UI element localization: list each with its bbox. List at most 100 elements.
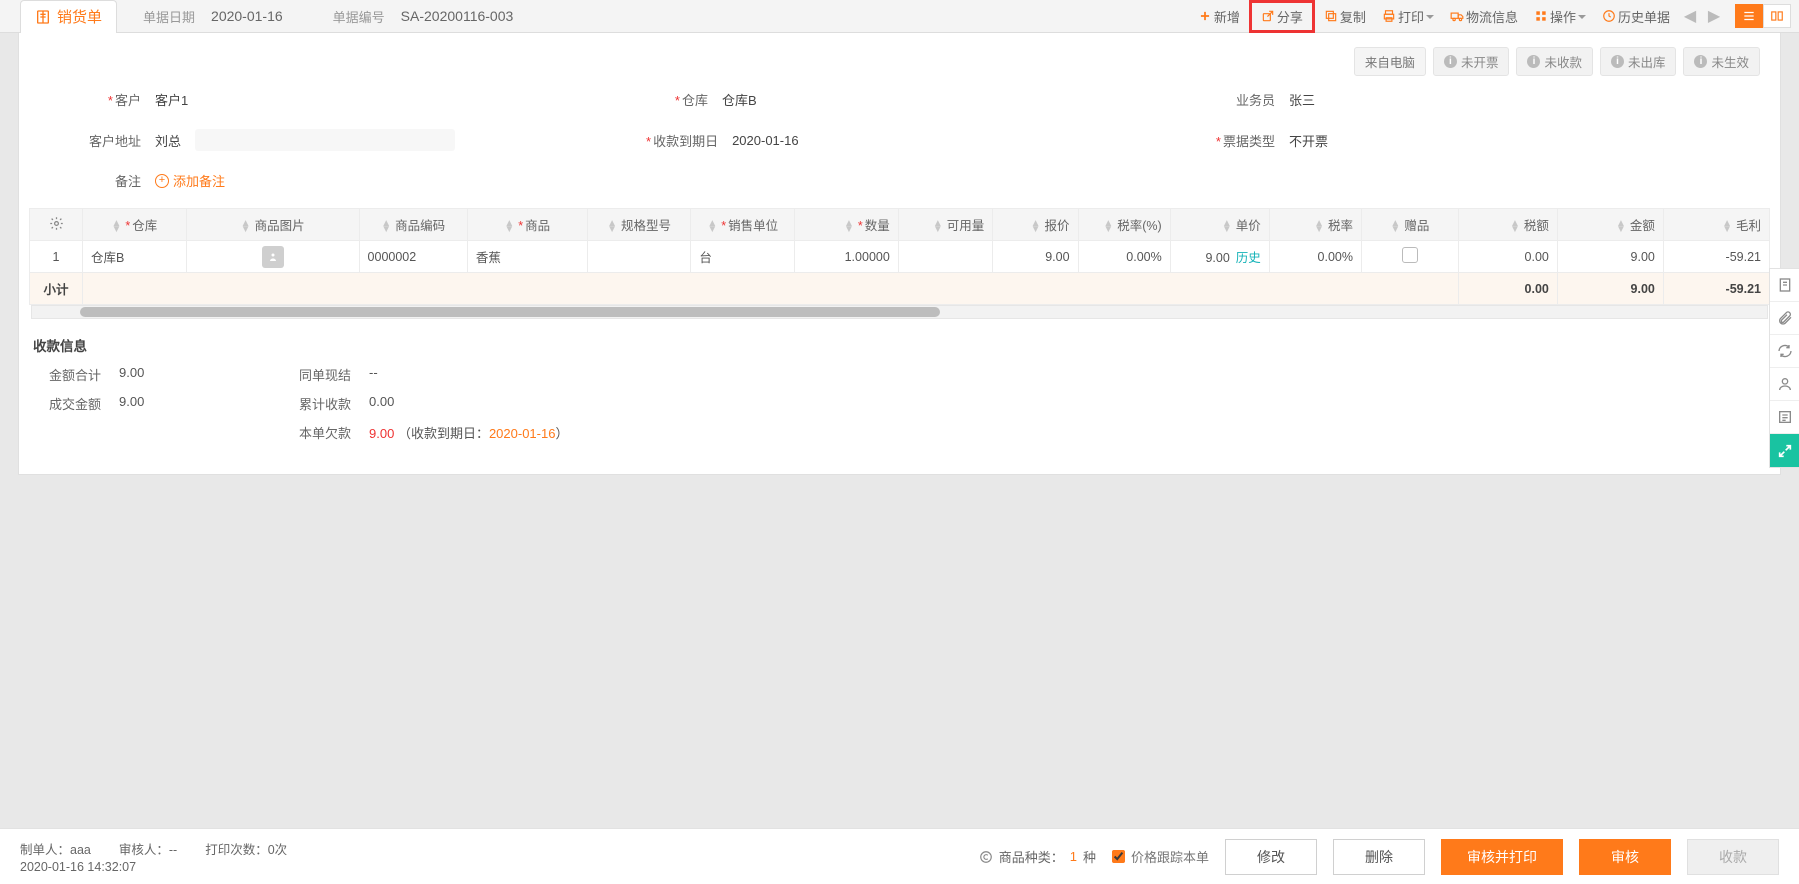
col-image[interactable]: ▲▼商品图片 xyxy=(186,209,359,241)
side-logs-button[interactable] xyxy=(1770,401,1799,434)
audit-print-button[interactable]: 审核并打印 xyxy=(1441,839,1563,875)
line-items-table: ▲▼*仓库 ▲▼商品图片 ▲▼商品编码 ▲▼*商品 ▲▼规格型号 ▲▼*销售单位… xyxy=(29,208,1770,319)
col-amount[interactable]: ▲▼金额 xyxy=(1557,209,1663,241)
cell-available xyxy=(898,241,992,273)
col-quote[interactable]: ▲▼报价 xyxy=(993,209,1078,241)
duedate-value[interactable]: 2020-01-16 xyxy=(732,133,799,148)
table-horizontal-scrollbar[interactable] xyxy=(31,305,1768,319)
cell-gift[interactable] xyxy=(1361,241,1458,273)
share-button[interactable]: 分享 xyxy=(1254,4,1310,29)
col-price[interactable]: ▲▼单价 xyxy=(1170,209,1269,241)
side-attach-button[interactable] xyxy=(1770,302,1799,335)
col-profit[interactable]: ▲▼毛利 xyxy=(1663,209,1769,241)
billtype-value[interactable]: 不开票 xyxy=(1289,131,1328,150)
active-tab[interactable]: 销货单 xyxy=(20,0,117,33)
cell-discrate[interactable]: 0.00% xyxy=(1078,241,1170,273)
cell-spec[interactable] xyxy=(587,241,691,273)
document-card: 来自电脑 i未开票 i未收款 i未出库 i未生效 *客户 客户1 *仓库 仓库B… xyxy=(18,33,1781,475)
subtotal-profit: -59.21 xyxy=(1663,273,1769,305)
delete-button[interactable]: 删除 xyxy=(1333,839,1425,875)
table-row[interactable]: 1 仓库B 0000002 香蕉 台 1.00000 9.00 0.00% 9.… xyxy=(30,241,1770,273)
subtotal-tax: 0.00 xyxy=(1458,273,1557,305)
form-grid: *客户 客户1 *仓库 仓库B 业务员 张三 客户地址 刘总 *收款到期日 20… xyxy=(19,84,1780,200)
cell-unit[interactable]: 台 xyxy=(691,241,795,273)
status-chips: 来自电脑 i未开票 i未收款 i未出库 i未生效 xyxy=(19,33,1780,84)
col-qty[interactable]: ▲▼*数量 xyxy=(795,209,899,241)
salesman-value[interactable]: 张三 xyxy=(1289,90,1315,109)
field-warehouse: *仓库 仓库B xyxy=(646,90,1173,109)
next-record-button[interactable]: ▶ xyxy=(1703,6,1725,26)
price-follow-input[interactable] xyxy=(1112,850,1125,863)
gift-checkbox[interactable] xyxy=(1402,247,1418,263)
payment-section: 收款信息 金额合计9.00 同单现结-- 成交金额9.00 累计收款0.00 x… xyxy=(19,319,1780,474)
view-detail-button[interactable] xyxy=(1763,4,1791,28)
side-toolbar xyxy=(1769,268,1799,468)
field-address: 客户地址 刘总 xyxy=(79,129,606,151)
doc-no-label: 单据编号 xyxy=(333,7,385,26)
side-note-button[interactable] xyxy=(1770,269,1799,302)
pay-settle: 同单现结-- xyxy=(299,365,469,384)
cell-qty[interactable]: 1.00000 xyxy=(795,241,899,273)
field-duedate: *收款到期日 2020-01-16 xyxy=(646,129,1173,151)
chevron-down-icon xyxy=(1426,9,1434,24)
chip-unreceive[interactable]: i未收款 xyxy=(1516,47,1593,76)
info-icon: i xyxy=(1527,55,1540,68)
price-history-link[interactable]: 历史 xyxy=(1236,251,1261,265)
print-icon xyxy=(1382,9,1396,23)
chip-uneffect[interactable]: i未生效 xyxy=(1683,47,1760,76)
edit-button[interactable]: 修改 xyxy=(1225,839,1317,875)
col-available[interactable]: ▲▼可用量 xyxy=(898,209,992,241)
plus-icon xyxy=(1198,9,1212,23)
col-product[interactable]: ▲▼*商品 xyxy=(467,209,587,241)
ops-button[interactable]: 操作 xyxy=(1527,4,1593,29)
cell-warehouse[interactable]: 仓库B xyxy=(83,241,187,273)
add-remark-button[interactable]: + 添加备注 xyxy=(155,171,225,190)
cell-tax: 0.00 xyxy=(1458,241,1557,273)
side-refresh-button[interactable] xyxy=(1770,335,1799,368)
chip-unout[interactable]: i未出库 xyxy=(1600,47,1677,76)
info-icon: i xyxy=(1694,55,1707,68)
chip-source: 来自电脑 xyxy=(1354,47,1426,76)
top-bar: 销货单 单据日期 2020-01-16 单据编号 SA-20200116-003… xyxy=(0,0,1799,33)
customer-value[interactable]: 客户1 xyxy=(155,90,188,109)
field-billtype: *票据类型 不开票 xyxy=(1213,129,1740,151)
scrollbar-thumb[interactable] xyxy=(80,307,940,317)
warehouse-value[interactable]: 仓库B xyxy=(722,90,757,109)
address-value[interactable]: 刘总 xyxy=(155,131,181,150)
col-spec[interactable]: ▲▼规格型号 xyxy=(587,209,691,241)
col-unit[interactable]: ▲▼*销售单位 xyxy=(691,209,795,241)
prev-record-button[interactable]: ◀ xyxy=(1679,6,1701,26)
history-button[interactable]: 历史单据 xyxy=(1595,4,1677,29)
col-gift[interactable]: ▲▼赠品 xyxy=(1361,209,1458,241)
subtotal-amount: 9.00 xyxy=(1557,273,1663,305)
cell-code[interactable]: 0000002 xyxy=(359,241,467,273)
side-expand-button[interactable] xyxy=(1770,434,1799,467)
history-icon xyxy=(1602,9,1616,23)
col-settings[interactable] xyxy=(30,209,83,241)
chevron-down-icon xyxy=(1578,9,1586,24)
receive-button[interactable]: 收款 xyxy=(1687,839,1779,875)
cell-quote[interactable]: 9.00 xyxy=(993,241,1078,273)
chip-uninvoice[interactable]: i未开票 xyxy=(1433,47,1510,76)
col-taxrate[interactable]: ▲▼税率 xyxy=(1269,209,1361,241)
logistics-button[interactable]: 物流信息 xyxy=(1443,4,1525,29)
view-list-button[interactable] xyxy=(1735,4,1763,28)
cell-image[interactable] xyxy=(186,241,359,273)
price-follow-checkbox[interactable]: 价格跟踪本单 xyxy=(1112,847,1209,866)
col-discrate[interactable]: ▲▼税率(%) xyxy=(1078,209,1170,241)
col-code[interactable]: ▲▼商品编码 xyxy=(359,209,467,241)
audit-button[interactable]: 审核 xyxy=(1579,839,1671,875)
copy-button[interactable]: 复制 xyxy=(1317,4,1373,29)
owe-value: 9.00 xyxy=(369,426,394,441)
col-tax[interactable]: ▲▼税额 xyxy=(1458,209,1557,241)
new-button[interactable]: 新增 xyxy=(1191,4,1247,29)
plus-circle-icon: + xyxy=(155,174,169,188)
cell-taxrate[interactable]: 0.00% xyxy=(1269,241,1361,273)
doc-date-label: 单据日期 xyxy=(143,7,195,26)
truck-icon xyxy=(1450,9,1464,23)
print-button[interactable]: 打印 xyxy=(1375,4,1441,29)
cell-price[interactable]: 9.00历史 xyxy=(1170,241,1269,273)
col-warehouse[interactable]: ▲▼*仓库 xyxy=(83,209,187,241)
side-user-button[interactable] xyxy=(1770,368,1799,401)
cell-product[interactable]: 香蕉 xyxy=(467,241,587,273)
